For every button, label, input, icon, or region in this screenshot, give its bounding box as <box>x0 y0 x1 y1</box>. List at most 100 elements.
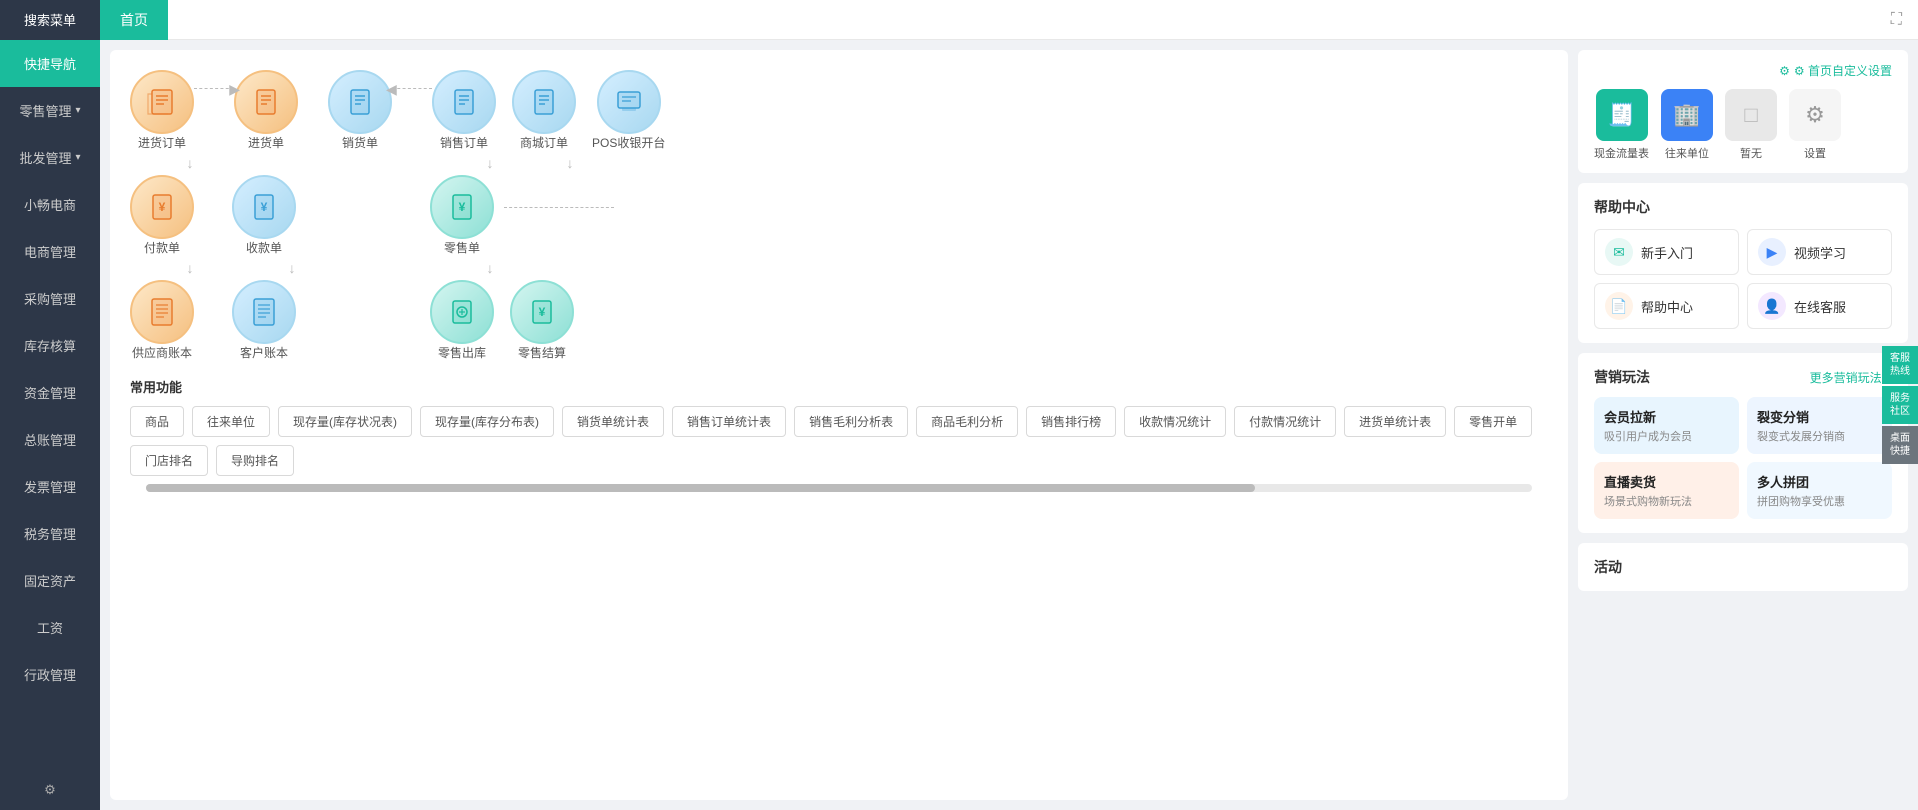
marketing-item-多人拼团[interactable]: 多人拼团 拼团购物享受优惠 <box>1747 462 1892 519</box>
sidebar-item-label: 工资 <box>37 618 63 637</box>
sidebar-settings[interactable]: ⚙ <box>0 770 100 810</box>
settings-icon: ⚙ <box>44 782 56 797</box>
common-function-button[interactable]: 销售订单统计表 <box>672 406 786 437</box>
help-item-新手入门[interactable]: ✉ 新手入门 <box>1594 229 1739 275</box>
common-function-button[interactable]: 零售开单 <box>1454 406 1532 437</box>
purchase-order-icon <box>130 70 194 134</box>
sidebar-item-ecommerce-mgmt[interactable]: 电商管理 <box>0 228 100 275</box>
quick-icon-往来单位[interactable]: 🏢 往来单位 <box>1661 89 1713 161</box>
marketing-item-直播卖货[interactable]: 直播卖货 场景式购物新玩法 <box>1594 462 1739 519</box>
float-btn-service-community[interactable]: 服务社区 <box>1882 386 1918 424</box>
svg-text:¥: ¥ <box>159 200 166 214</box>
marketing-item-裂变分销[interactable]: 裂变分销 裂变式发展分销商 <box>1747 397 1892 454</box>
purchase-slip-icon <box>234 70 298 134</box>
help-icon: 📄 <box>1605 292 1633 320</box>
mall-order-icon <box>512 70 576 134</box>
svg-text:¥: ¥ <box>459 200 466 214</box>
sidebar-item-ecommerce-small[interactable]: 小畅电商 <box>0 181 100 228</box>
quick-icon-box: ⚙ <box>1789 89 1841 141</box>
sidebar-item-payroll[interactable]: 工资 <box>0 604 100 651</box>
sales-order-icon <box>432 70 496 134</box>
sidebar-item-quick-nav[interactable]: 快捷导航 <box>0 40 100 87</box>
arrow-left-1: ◀ <box>392 70 432 89</box>
wf-node-purchase-order[interactable]: 进货订单 <box>130 70 194 151</box>
arrow-down-row-2: ↓ ↓ ↓ <box>130 260 1548 276</box>
sidebar-item-label: 行政管理 <box>24 665 76 684</box>
sidebar-item-tax[interactable]: 税务管理 <box>0 510 100 557</box>
chevron-down-icon: ▾ <box>75 105 80 116</box>
float-btn-desktop-shortcut[interactable]: 桌面快捷 <box>1882 426 1918 464</box>
quick-icon-box: □ <box>1725 89 1777 141</box>
sidebar-item-label: 固定资产 <box>24 571 76 590</box>
common-function-button[interactable]: 付款情况统计 <box>1234 406 1336 437</box>
help-item-在线客服[interactable]: 👤 在线客服 <box>1747 283 1892 329</box>
wf-node-pos[interactable]: POS收银开台 <box>592 70 665 151</box>
common-function-button[interactable]: 往来单位 <box>192 406 270 437</box>
wf-node-supplier-ledger[interactable]: 供应商账本 <box>130 280 194 361</box>
sidebar-item-wholesale[interactable]: 批发管理 ▾ <box>0 134 100 181</box>
sidebar-item-inventory[interactable]: 库存核算 <box>0 322 100 369</box>
fullscreen-icon[interactable]: ⛶ <box>1891 11 1902 29</box>
retail-order-icon: ¥ <box>430 175 494 239</box>
retail-settlement-icon: ¥ <box>510 280 574 344</box>
help-icon: ✉ <box>1605 238 1633 266</box>
workflow-row-3: 供应商账本 <box>130 280 1548 361</box>
sidebar-item-label: 发票管理 <box>24 477 76 496</box>
wf-node-customer-ledger[interactable]: 客户账本 <box>232 280 296 361</box>
quick-nav-settings[interactable]: ⚙ ⚙ 首页自定义设置 <box>1594 62 1892 79</box>
common-function-button[interactable]: 销售排行榜 <box>1026 406 1116 437</box>
sidebar-item-fixed-assets[interactable]: 固定资产 <box>0 557 100 604</box>
help-item-帮助中心[interactable]: 📄 帮助中心 <box>1594 283 1739 329</box>
help-center-title: 帮助中心 <box>1594 197 1892 217</box>
common-function-button[interactable]: 销售毛利分析表 <box>794 406 908 437</box>
scroll-area[interactable] <box>130 484 1548 504</box>
help-item-视频学习[interactable]: ▶ 视频学习 <box>1747 229 1892 275</box>
common-function-button[interactable]: 商品 <box>130 406 184 437</box>
sidebar-item-purchase[interactable]: 采购管理 <box>0 275 100 322</box>
sidebar-item-funds[interactable]: 资金管理 <box>0 369 100 416</box>
quick-nav-icons: 🧾 现金流量表 🏢 往来单位 □ 暂无 ⚙ 设置 <box>1594 89 1892 161</box>
wf-node-sales-order[interactable]: 销售订单 <box>432 70 496 151</box>
common-function-button[interactable]: 现存量(库存分布表) <box>420 406 554 437</box>
sales-slip-icon <box>328 70 392 134</box>
wf-node-sales-slip[interactable]: 销货单 <box>328 70 392 151</box>
float-btn-customer-service[interactable]: 客服热线 <box>1882 346 1918 384</box>
right-panel: ⚙ ⚙ 首页自定义设置 🧾 现金流量表 🏢 往来单位 □ 暂无 ⚙ 设置 <box>1578 50 1908 800</box>
sidebar-item-retail[interactable]: 零售管理 ▾ <box>0 87 100 134</box>
help-icon: 👤 <box>1758 292 1786 320</box>
marketing-item-会员拉新[interactable]: 会员拉新 吸引用户成为会员 <box>1594 397 1739 454</box>
help-icon: ▶ <box>1758 238 1786 266</box>
quick-icon-暂无[interactable]: □ 暂无 <box>1725 89 1777 161</box>
common-function-button[interactable]: 导购排名 <box>216 445 294 476</box>
workflow-panel: 进货订单 ▶ <box>110 50 1568 800</box>
chevron-down-icon: ▾ <box>75 152 80 163</box>
wf-node-retail-settlement[interactable]: ¥ 零售结算 <box>510 280 574 361</box>
common-functions: 常用功能 商品往来单位现存量(库存状况表)现存量(库存分布表)销货单统计表销售订… <box>130 377 1548 476</box>
wf-node-purchase-slip[interactable]: 进货单 <box>234 70 298 151</box>
top-bar: 搜索菜单 首页 ⛶ <box>0 0 1918 40</box>
common-function-button[interactable]: 现存量(库存状况表) <box>278 406 412 437</box>
quick-icon-现金流量表[interactable]: 🧾 现金流量表 <box>1594 89 1649 161</box>
retail-outbound-icon <box>430 280 494 344</box>
wf-node-payment[interactable]: ¥ 付款单 <box>130 175 194 256</box>
wf-node-mall-order[interactable]: 商城订单 <box>512 70 576 151</box>
common-function-button[interactable]: 进货单统计表 <box>1344 406 1446 437</box>
tab-home[interactable]: 首页 <box>100 0 168 40</box>
settings-gear-icon: ⚙ <box>1779 64 1790 78</box>
wf-node-receipt[interactable]: ¥ 收款单 <box>232 175 296 256</box>
wf-node-retail-outbound[interactable]: 零售出库 <box>430 280 494 361</box>
marketing-more-link[interactable]: 更多营销玩法 > <box>1810 369 1892 386</box>
marketing-title: 营销玩法 <box>1594 367 1650 387</box>
common-function-button[interactable]: 门店排名 <box>130 445 208 476</box>
sidebar-item-admin[interactable]: 行政管理 <box>0 651 100 698</box>
main-layout: 快捷导航 零售管理 ▾ 批发管理 ▾ 小畅电商 电商管理 采购管理 库存核算 资… <box>0 40 1918 810</box>
quick-icon-设置[interactable]: ⚙ 设置 <box>1789 89 1841 161</box>
common-function-button[interactable]: 收款情况统计 <box>1124 406 1226 437</box>
wf-node-retail-order[interactable]: ¥ 零售单 <box>430 175 494 256</box>
common-function-button[interactable]: 商品毛利分析 <box>916 406 1018 437</box>
search-menu-button[interactable]: 搜索菜单 <box>0 0 100 40</box>
quick-icon-box: 🧾 <box>1596 89 1648 141</box>
sidebar-item-invoice[interactable]: 发票管理 <box>0 463 100 510</box>
sidebar-item-general-ledger[interactable]: 总账管理 <box>0 416 100 463</box>
common-function-button[interactable]: 销货单统计表 <box>562 406 664 437</box>
